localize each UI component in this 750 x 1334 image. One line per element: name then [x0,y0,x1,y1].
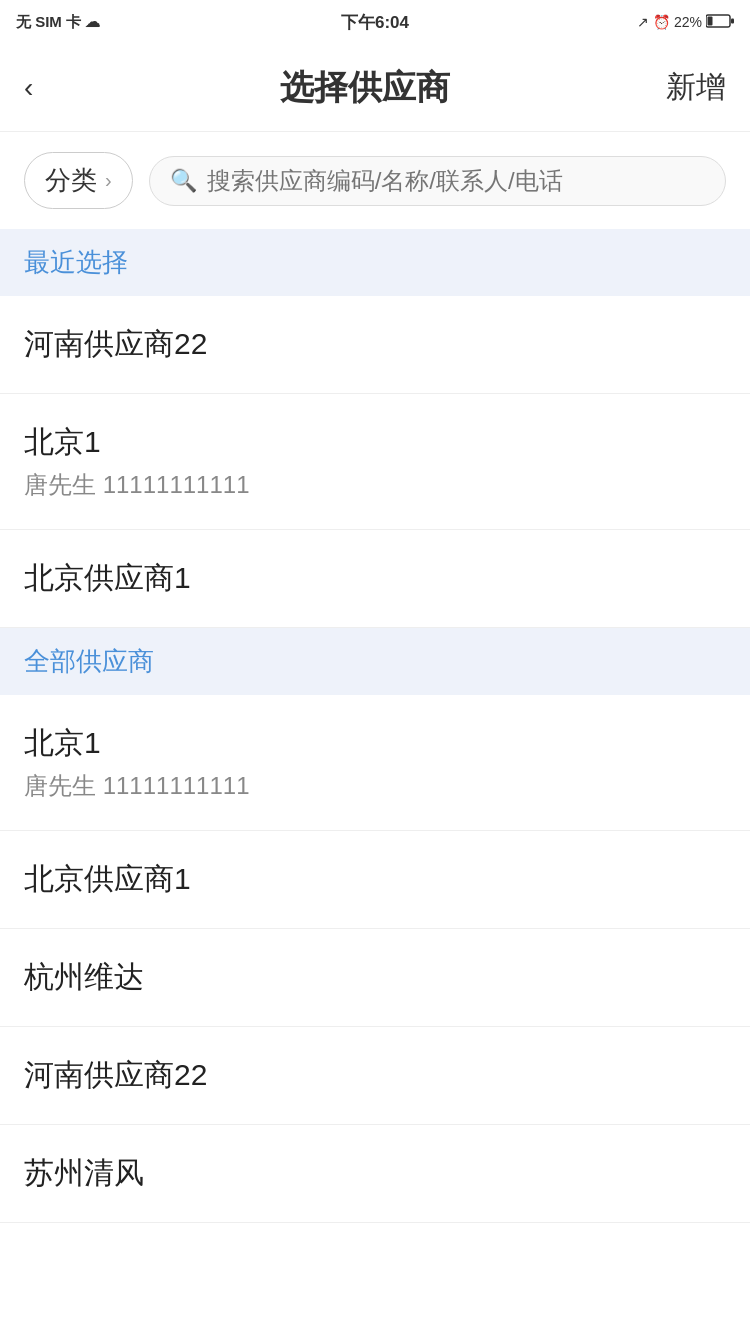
all-list: 北京1 唐先生 11111111111 北京供应商1 杭州维达河南供应商22 苏州清风 [0,695,750,1223]
all-section-header: 全部供应商 [0,628,750,695]
list-item[interactable]: 北京1 唐先生 11111111111 [0,695,750,831]
category-label: 分类 [45,163,97,198]
alarm-icon: ⏰ [653,14,670,30]
item-name: 苏州清风 [24,1153,726,1194]
status-right: ↗ ⏰ 22% [637,14,734,31]
item-name: 杭州维达 [24,957,726,998]
filter-bar: 分类 › 🔍 [0,132,750,229]
item-name: 北京1 [24,723,726,764]
item-sub: 唐先生 11111111111 [24,469,726,501]
list-item[interactable]: 河南供应商22 [0,296,750,394]
page-title: 选择供应商 [280,65,450,111]
status-time: 下午6:04 [341,11,409,34]
location-icon: ↗ [637,14,649,30]
item-sub: 唐先生 11111111111 [24,770,726,802]
search-box[interactable]: 🔍 [149,156,726,206]
item-name: 北京1 [24,422,726,463]
nav-bar: ‹ 选择供应商 新增 [0,44,750,132]
status-bar: 无 SIM 卡 ☁ 下午6:04 ↗ ⏰ 22% [0,0,750,44]
recent-list: 河南供应商22 北京1 唐先生 11111111111 北京供应商1 [0,296,750,628]
search-input[interactable] [207,167,705,195]
recent-section-label: 最近选择 [24,247,128,277]
status-left: 无 SIM 卡 ☁ [16,13,100,32]
all-section-label: 全部供应商 [24,646,154,676]
list-item[interactable]: 河南供应商22 [0,1027,750,1125]
svg-rect-1 [708,16,713,25]
list-item[interactable]: 北京供应商1 [0,831,750,929]
category-filter[interactable]: 分类 › [24,152,133,209]
list-item[interactable]: 北京供应商1 [0,530,750,628]
item-name: 北京供应商1 [24,558,726,599]
svg-rect-2 [731,18,734,23]
recent-section-header: 最近选择 [0,229,750,296]
sim-label: 无 SIM 卡 ☁ [16,13,100,32]
add-button[interactable]: 新增 [646,67,726,108]
search-icon: 🔍 [170,168,197,194]
list-item[interactable]: 杭州维达 [0,929,750,1027]
item-name: 北京供应商1 [24,859,726,900]
chevron-right-icon: › [105,169,112,192]
item-name: 河南供应商22 [24,324,726,365]
list-item[interactable]: 北京1 唐先生 11111111111 [0,394,750,530]
item-name: 河南供应商22 [24,1055,726,1096]
back-button[interactable]: ‹ [24,72,84,104]
list-item[interactable]: 苏州清风 [0,1125,750,1223]
battery-label: 22% [674,14,702,30]
battery-icon [706,14,734,31]
